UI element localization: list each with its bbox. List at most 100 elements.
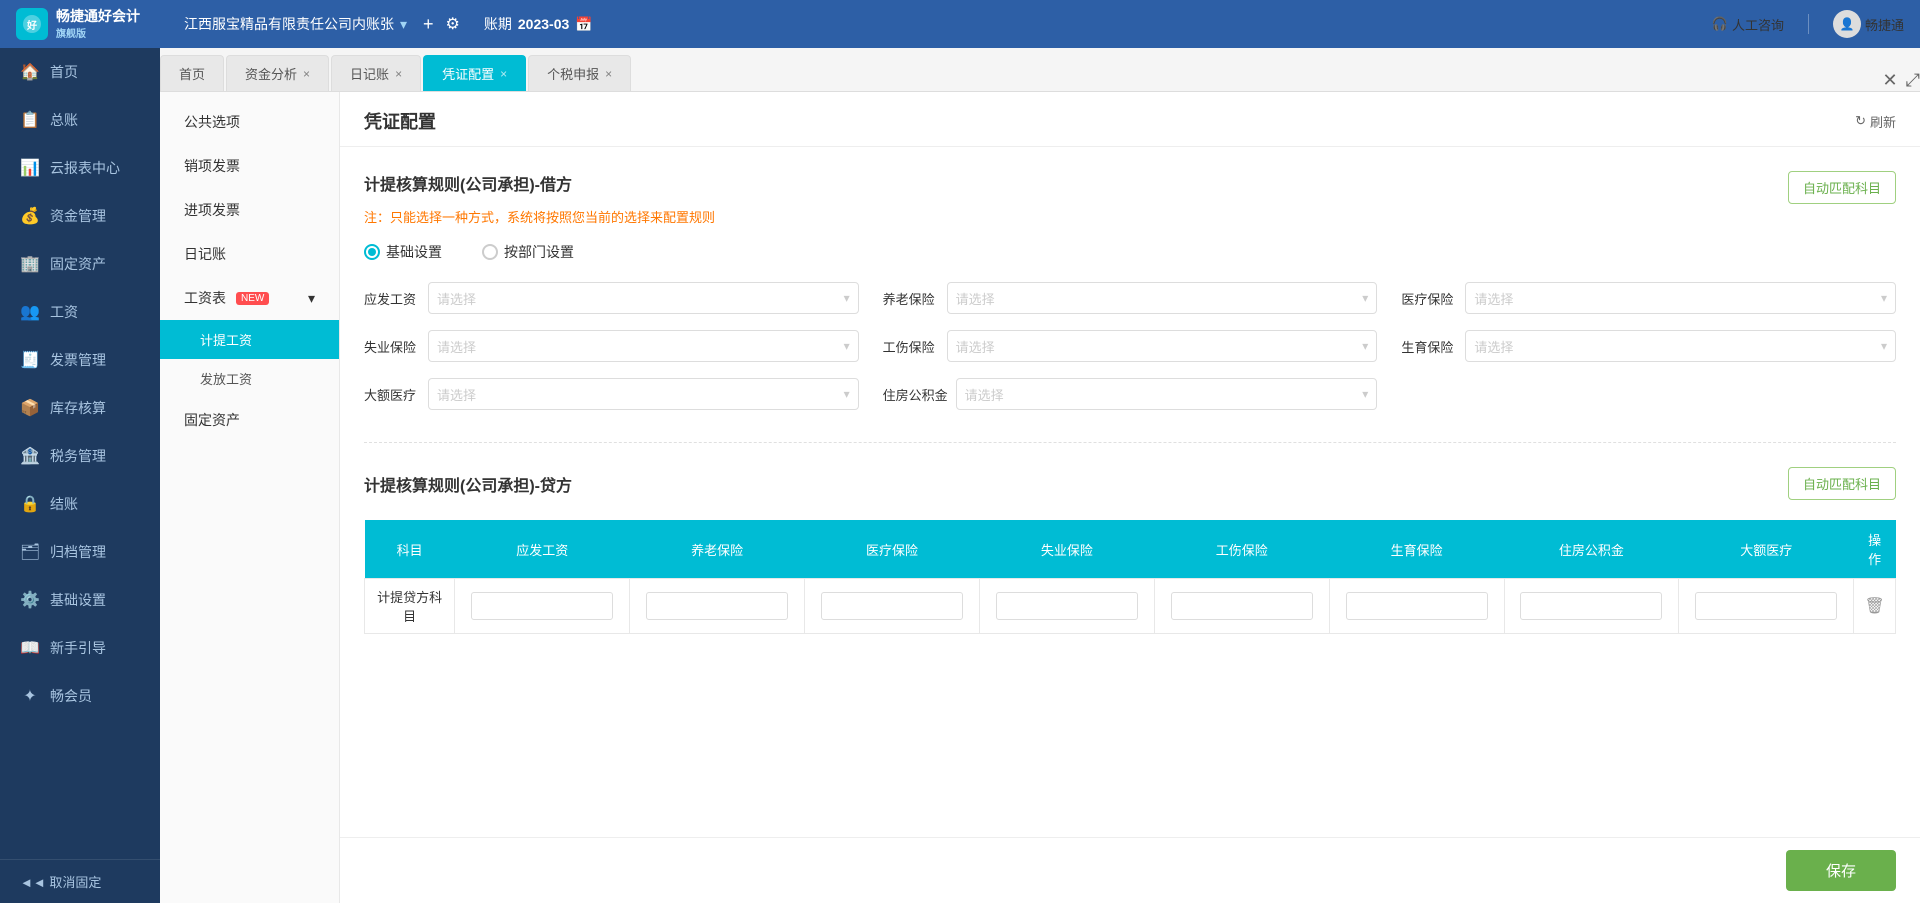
tabs-bar: 首页 资金分析 × 日记账 × 凭证配置 × 个税申报 × ✕ ⤢ [160,48,1920,92]
left-nav: 公共选项 销项发票 进项发票 日记账 工资表 NEW ▾ [160,92,340,903]
table-header-row: 科目 应发工资 养老保险 医疗保险 失业保险 工伤保险 生育保险 住房公积金 大… [365,520,1896,579]
label-shiye: 失业保险 [364,337,420,356]
delete-row-button[interactable]: 🗑 [1864,598,1884,615]
left-nav-journal[interactable]: 日记账 [160,232,339,276]
radio-basic[interactable]: 基础设置 [364,242,442,262]
input-row-zhufang[interactable] [1520,592,1662,620]
sidebar-item-inventory[interactable]: 📦 库存核算 [0,384,160,432]
col-shengyu: 生育保险 [1329,520,1504,579]
auto-match-debit-button[interactable]: 自动匹配科目 [1788,171,1896,204]
input-row-yanglao[interactable] [646,592,788,620]
app-logo: 好 畅捷通好会计 旗舰版 [16,8,176,40]
unpin-sidebar-button[interactable]: ◄◄ 取消固定 [0,859,160,903]
radio-dept[interactable]: 按部门设置 [482,242,574,262]
sidebar-item-reports[interactable]: 📊 云报表中心 [0,144,160,192]
period-selector[interactable]: 账期 2023-03 📅 [484,14,593,34]
select-yanglao-arrow: ▾ [1362,291,1368,305]
company-selector[interactable]: 江西服宝精品有限责任公司内账张 ▾ [184,14,407,34]
sidebar-item-archive[interactable]: 🗂 归档管理 [0,528,160,576]
label-shengyu: 生育保险 [1401,337,1457,356]
select-yiliao[interactable]: 请选择 ▾ [1465,282,1896,314]
input-row-shiye[interactable] [996,592,1138,620]
tab-journal[interactable]: 日记账 × [331,55,421,91]
input-row-dae[interactable] [1695,592,1837,620]
support-button[interactable]: 🎧 人工咨询 [1712,15,1784,34]
sidebar-label-tax: 税务管理 [50,446,106,466]
sidebar-item-guide[interactable]: 📖 新手引导 [0,624,160,672]
sidebar-item-vip[interactable]: ✦ 畅会员 [0,672,160,720]
tab-voucher[interactable]: 凭证配置 × [423,55,526,91]
tab-home[interactable]: 首页 [160,55,224,91]
salary-icon: 👥 [20,302,40,322]
radio-basic-circle [364,244,380,260]
credit-section-header: 计提核算规则(公司承担)-贷方 自动匹配科目 [364,467,1896,512]
auto-match-credit-button[interactable]: 自动匹配科目 [1788,467,1896,500]
sidebar-item-ledger[interactable]: 📋 总账 [0,96,160,144]
close-window-button[interactable]: ✕ [1883,70,1898,91]
fund-icon: 💰 [20,206,40,226]
period-value: 2023-03 [518,16,569,32]
select-zhufang[interactable]: 请选择 ▾ [956,378,1378,410]
tab-fund[interactable]: 资金分析 × [226,55,329,91]
reports-icon: 📊 [20,158,40,178]
select-yingfa[interactable]: 请选择 ▾ [428,282,859,314]
calendar-icon[interactable]: 📅 [575,16,592,33]
select-dae-placeholder: 请选择 [437,385,476,404]
user-name: 畅捷通 [1865,15,1904,34]
tab-tax[interactable]: 个税申报 × [528,55,631,91]
add-account-button[interactable]: + [423,14,434,35]
debit-section: 计提核算规则(公司承担)-借方 注：只能选择一种方式，系统将按照您当前的选择来配… [340,147,1920,442]
sidebar-item-settings[interactable]: ⚙️ 基础设置 [0,576,160,624]
tab-journal-close[interactable]: × [395,67,402,81]
sidebar-item-home[interactable]: 🏠 首页 [0,48,160,96]
input-row-gongshang[interactable] [1171,592,1313,620]
save-bar: 保存 [340,837,1920,903]
sidebar-item-salary[interactable]: 👥 工资 [0,288,160,336]
sidebar-item-tax[interactable]: 🏦 税务管理 [0,432,160,480]
tab-voucher-close[interactable]: × [500,67,507,81]
user-profile[interactable]: 👤 畅捷通 [1833,10,1904,38]
left-nav-sales-invoice[interactable]: 销项发票 [160,144,339,188]
table-row: 计提贷方科目 🗑 [365,579,1896,634]
select-shiye-arrow: ▾ [844,339,850,353]
left-nav-public[interactable]: 公共选项 [160,100,339,144]
sidebar-item-invoice[interactable]: 🧾 发票管理 [0,336,160,384]
ledger-icon: 📋 [20,110,40,130]
select-zhufang-placeholder: 请选择 [965,385,1004,404]
debit-section-note: 注：只能选择一种方式，系统将按照您当前的选择来配置规则 [364,207,715,226]
left-nav-pay-salary[interactable]: 发放工资 [160,359,339,398]
maximize-window-button[interactable]: ⤢ [1906,70,1920,91]
sidebar-item-closing[interactable]: 🔒 结账 [0,480,160,528]
input-row-yiliao[interactable] [821,592,963,620]
home-icon: 🏠 [20,62,40,82]
credit-table: 科目 应发工资 养老保险 医疗保险 失业保险 工伤保险 生育保险 住房公积金 大… [364,520,1896,634]
row-yanglao-cell [630,579,805,634]
sidebar-item-fund[interactable]: 💰 资金管理 [0,192,160,240]
left-nav-fixed-assets[interactable]: 固定资产 [160,398,339,442]
dropdown-icon[interactable]: ▾ [400,16,407,33]
left-nav-calc-salary[interactable]: 计提工资 [160,320,339,359]
tab-tax-close[interactable]: × [605,67,612,81]
refresh-button[interactable]: ↻ 刷新 [1855,112,1896,131]
tab-fund-close[interactable]: × [303,67,310,81]
input-row-yingfa[interactable] [471,592,613,620]
input-row-shengyu[interactable] [1346,592,1488,620]
save-button[interactable]: 保存 [1786,850,1896,891]
main-layout: 🏠 首页 📋 总账 📊 云报表中心 💰 资金管理 🏢 固定资产 👥 工资 🧾 发… [0,48,1920,903]
settings-icon[interactable]: ⚙ [446,14,460,34]
credit-section-title: 计提核算规则(公司承担)-贷方 [364,472,572,496]
row-shiye-cell [979,579,1154,634]
left-nav-purchase-invoice[interactable]: 进项发票 [160,188,339,232]
headset-icon: 🎧 [1712,16,1728,32]
divider [1808,14,1809,34]
select-gongshang[interactable]: 请选择 ▾ [947,330,1378,362]
select-dae[interactable]: 请选择 ▾ [428,378,859,410]
select-yiliao-placeholder: 请选择 [1474,289,1513,308]
select-shengyu[interactable]: 请选择 ▾ [1465,330,1896,362]
col-zhufang: 住房公积金 [1504,520,1679,579]
select-yanglao[interactable]: 请选择 ▾ [947,282,1378,314]
left-nav-salary-table[interactable]: 工资表 NEW ▾ [160,276,339,320]
select-shiye[interactable]: 请选择 ▾ [428,330,859,362]
sidebar-item-fixed-assets[interactable]: 🏢 固定资产 [0,240,160,288]
select-dae-arrow: ▾ [844,387,850,401]
